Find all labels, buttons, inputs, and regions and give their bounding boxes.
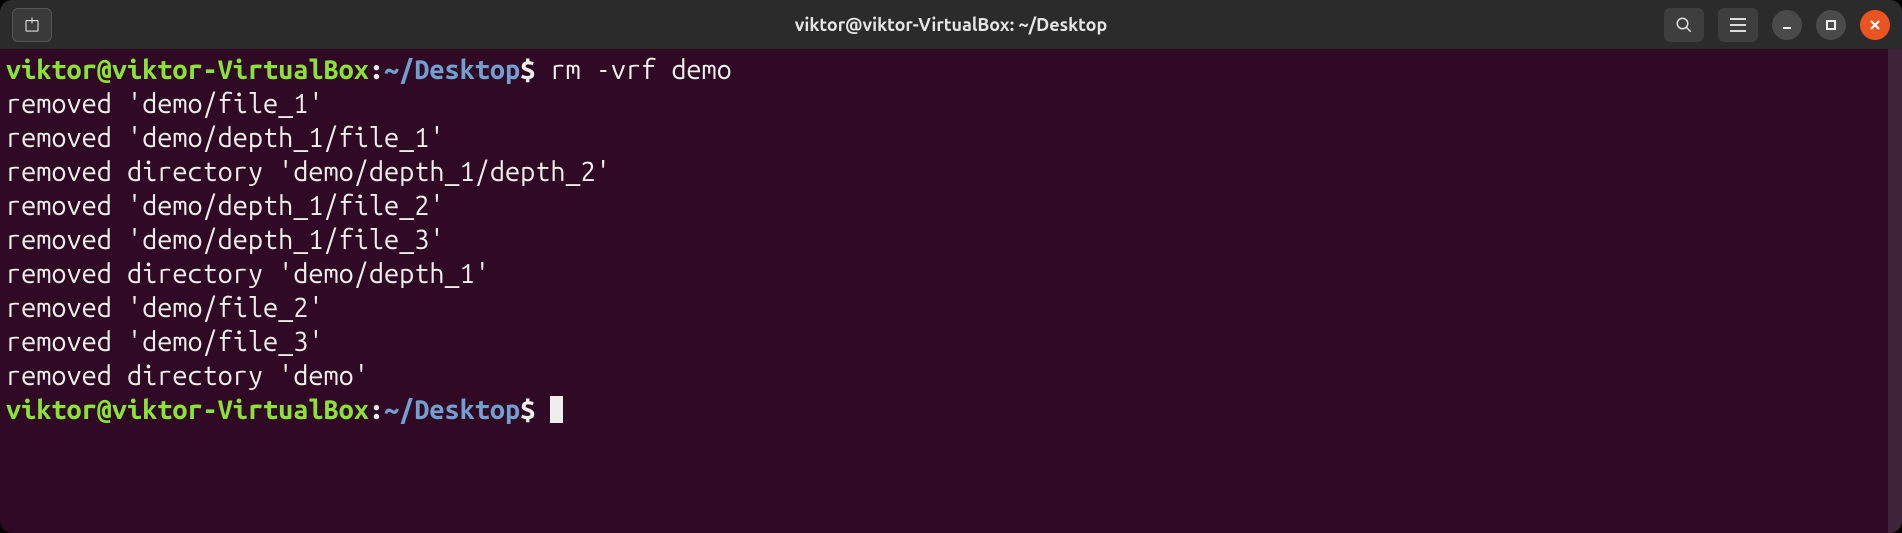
command-text-2 [535,395,550,425]
prompt-colon: : [369,55,384,85]
output-line: removed 'demo/depth_1/file_1' [6,121,1896,155]
prompt-line-1: viktor@viktor-VirtualBox:~/Desktop$ rm -… [6,53,1896,87]
scrollbar[interactable] [1888,49,1902,533]
new-tab-button[interactable] [12,8,52,42]
output-line: removed directory 'demo/depth_1' [6,257,1896,291]
titlebar-left [12,8,52,42]
maximize-button[interactable] [1816,10,1846,40]
prompt-path: ~/Desktop [384,55,520,85]
output-line: removed 'demo/file_2' [6,291,1896,325]
prompt-symbol: $ [520,395,535,425]
command-text: rm -vrf demo [535,55,732,85]
prompt-user-host: viktor@viktor-VirtualBox [6,395,369,425]
output-line: removed 'demo/depth_1/file_2' [6,189,1896,223]
terminal-window: viktor@viktor-VirtualBox: ~/Desktop [0,0,1902,533]
terminal-body[interactable]: viktor@viktor-VirtualBox:~/Desktop$ rm -… [0,49,1902,533]
close-icon [1869,19,1881,31]
minimize-icon [1781,19,1793,31]
output-line: removed 'demo/file_3' [6,325,1896,359]
window-title: viktor@viktor-VirtualBox: ~/Desktop [795,15,1107,35]
maximize-icon [1825,19,1837,31]
prompt-symbol: $ [520,55,535,85]
close-button[interactable] [1860,10,1890,40]
titlebar: viktor@viktor-VirtualBox: ~/Desktop [0,0,1902,49]
minimize-button[interactable] [1772,10,1802,40]
output-line: removed 'demo/file_1' [6,87,1896,121]
titlebar-right [1664,8,1890,42]
prompt-colon: : [369,395,384,425]
new-tab-icon [23,16,41,34]
cursor [550,396,563,423]
hamburger-icon [1730,18,1746,32]
output-line: removed directory 'demo/depth_1/depth_2' [6,155,1896,189]
search-icon [1675,16,1693,34]
menu-button[interactable] [1718,8,1758,42]
output-line: removed 'demo/depth_1/file_3' [6,223,1896,257]
output-line: removed directory 'demo' [6,359,1896,393]
prompt-path: ~/Desktop [384,395,520,425]
search-button[interactable] [1664,8,1704,42]
prompt-line-2: viktor@viktor-VirtualBox:~/Desktop$ [6,393,1896,427]
prompt-user-host: viktor@viktor-VirtualBox [6,55,369,85]
